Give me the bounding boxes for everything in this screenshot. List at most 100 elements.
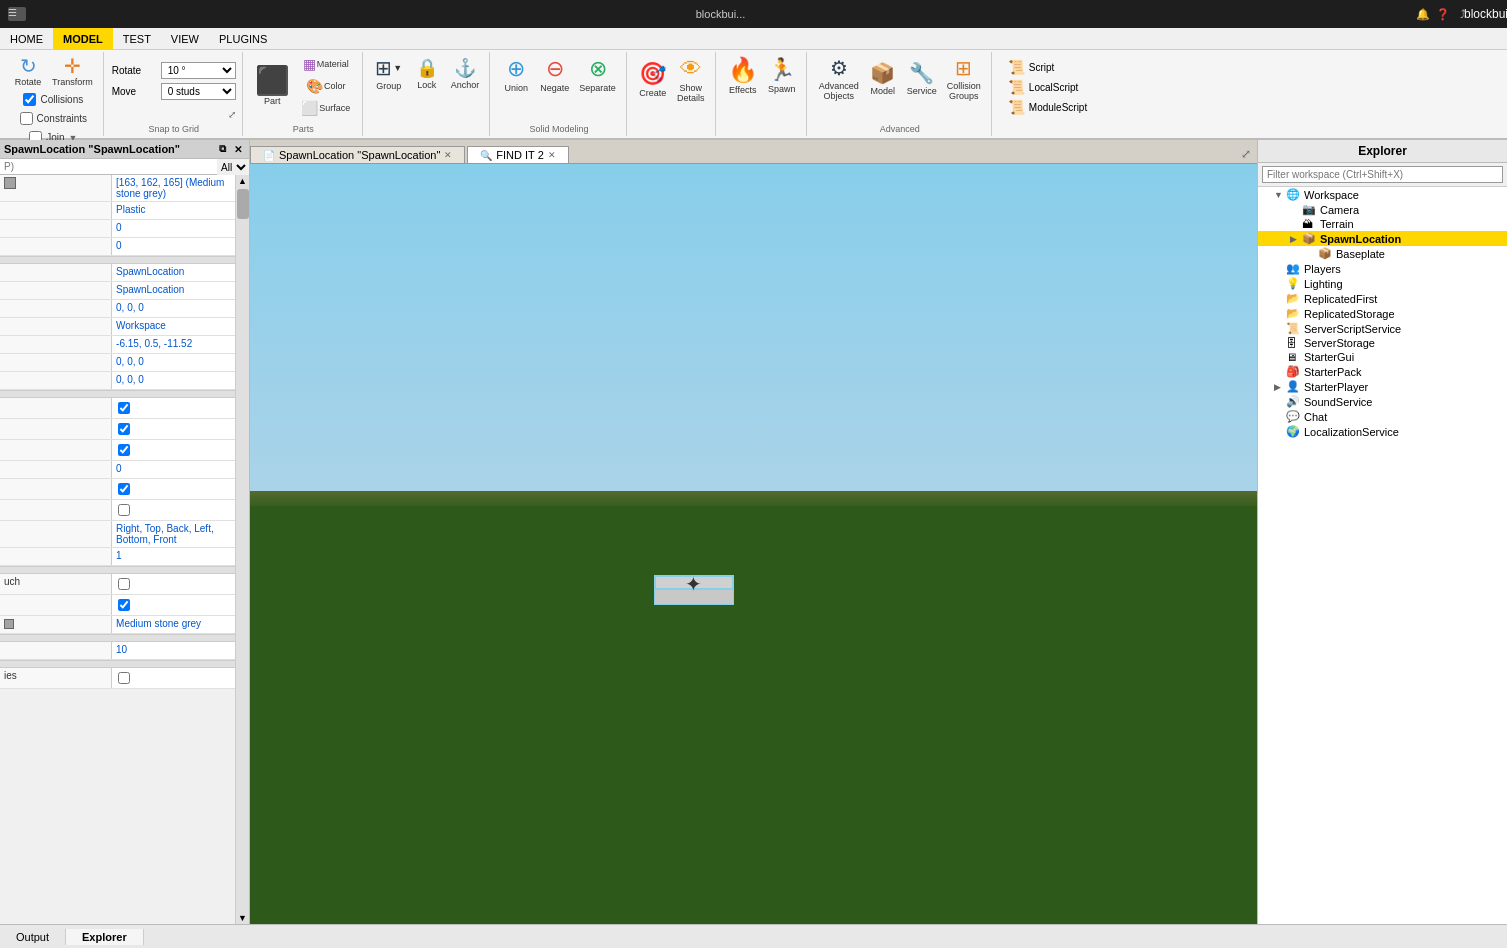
checkbox-6[interactable] [118,599,130,611]
tree-item-starterpack[interactable]: 🎒 StarterPack [1258,364,1507,379]
tree-label-sp: StarterPack [1304,366,1361,378]
prop-name-color [0,175,112,201]
service-button[interactable]: 🔧 Service [903,59,941,98]
tree-item-chat[interactable]: 💬 Chat [1258,409,1507,424]
snap-expand-icon[interactable]: ⤢ [228,109,236,120]
checkbox-2[interactable] [118,423,130,435]
scroll-down-button[interactable]: ▼ [236,912,249,924]
menu-home[interactable]: HOME [0,28,53,49]
effects-button[interactable]: 🔥 Effects [724,54,762,97]
constraints-checkbox[interactable] [20,112,33,125]
property-scrollbar[interactable]: ▲ ▼ [235,175,249,924]
prop-value-worldpos: -6.15, 0.5, -11.52 [112,336,249,353]
prop-row-cb5 [0,500,249,521]
property-filter-select[interactable]: All [217,159,249,175]
group-button[interactable]: ⊞ ▼ Group [371,54,407,93]
scroll-thumb[interactable] [237,189,249,219]
rotate-label: Rotate [15,77,42,87]
viewport-tab-findit[interactable]: 🔍 FIND IT 2 ✕ [467,146,568,163]
tree-item-camera[interactable]: 📷 Camera [1258,202,1507,217]
show-details-button[interactable]: 👁 ShowDetails [673,54,709,105]
union-button[interactable]: ⊕ Union [498,54,534,95]
explorer-panel: Explorer ▼ 🌐 Workspace 📷 Camera [1257,140,1507,924]
tab-close-spawn[interactable]: ✕ [444,150,452,160]
tree-item-replicatedfirst[interactable]: 📂 ReplicatedFirst [1258,291,1507,306]
panel-close-button[interactable]: ✕ [231,142,245,156]
tree-label-sound: SoundService [1304,396,1373,408]
negate-button[interactable]: ⊖ Negate [536,54,573,95]
collisions-checkbox[interactable] [23,93,36,106]
checkbox-1[interactable] [118,402,130,414]
tree-item-terrain[interactable]: 🏔 Terrain [1258,217,1507,231]
tree-item-replicatedstorage[interactable]: 📂 ReplicatedStorage [1258,306,1507,321]
help-button[interactable]: ❓ [1435,7,1451,21]
tree-item-baseplate[interactable]: 📦 Baseplate [1258,246,1507,261]
module-script-button[interactable]: 📜 ModuleScript [1006,98,1089,116]
tree-item-localizationservice[interactable]: 🌍 LocalizationService [1258,424,1507,439]
advanced-objects-button[interactable]: ⚙ AdvancedObjects [815,54,863,103]
group-arrow[interactable]: ▼ [393,63,402,73]
checkbox-4[interactable] [118,483,130,495]
tree-item-soundservice[interactable]: 🔊 SoundService [1258,394,1507,409]
viewport-content[interactable]: ✦ [250,164,1257,924]
touch-checkbox[interactable] [118,578,130,590]
app-menu-icon[interactable]: ☰ [8,7,26,21]
tree-label-terrain: Terrain [1320,218,1354,230]
tree-icon-terrain: 🏔 [1302,218,1318,230]
tree-label-players: Players [1304,263,1341,275]
tree-item-serverstorage[interactable]: 🗄 ServerStorage [1258,336,1507,350]
tree-arrow-workspace[interactable]: ▼ [1274,190,1286,200]
prop-row-surfaces: Right, Top, Back, Left, Bottom, Front [0,521,249,548]
model-icon: 📦 [870,61,895,85]
checkbox-5[interactable] [118,504,130,516]
anchor-button[interactable]: ⚓ Anchor [447,55,484,92]
viewport-tab-spawnlocation[interactable]: 📄 SpawnLocation "SpawnLocation" ✕ [250,146,465,163]
tree-item-players[interactable]: 👥 Players [1258,261,1507,276]
tree-icon-repfirst: 📂 [1286,292,1302,305]
prop-row-zero: 0 [0,461,249,479]
local-script-button[interactable]: 📜 LocalScript [1006,78,1089,96]
create-button[interactable]: 🎯 Create [635,59,671,100]
scroll-up-button[interactable]: ▲ [236,175,249,187]
main-area: SpawnLocation "SpawnLocation" ⧉ ✕ All [1… [0,140,1507,924]
tree-item-spawnlocation[interactable]: ▶ 📦 SpawnLocation [1258,231,1507,246]
ies-checkbox[interactable] [118,672,130,684]
script-button[interactable]: 📜 Script [1006,58,1089,76]
tree-item-startergui[interactable]: 🖥 StarterGui [1258,350,1507,364]
material-button[interactable]: ▦ Material [296,54,356,74]
collision-groups-button[interactable]: ⊞ CollisionGroups [943,54,985,103]
tree-arrow-spl[interactable]: ▶ [1274,382,1286,392]
tree-arrow-spawn[interactable]: ▶ [1290,234,1302,244]
surface-button[interactable]: ⬜ Surface [296,98,356,118]
collision-groups-icon: ⊞ [955,56,972,80]
spawn-button[interactable]: 🏃 Spawn [764,55,800,96]
menu-model[interactable]: MODEL [53,28,113,49]
rotate-button[interactable]: ↻ Rotate [10,54,46,89]
tree-item-serverscriptservice[interactable]: 📜 ServerScriptService [1258,321,1507,336]
part-button[interactable]: ⬛ Part [251,65,294,108]
move-snap-select[interactable]: 0 studs1 stud0.5 studs [161,83,236,100]
panel-float-button[interactable]: ⧉ [215,142,229,156]
bottom-tab-explorer[interactable]: Explorer [66,929,144,945]
model-tool-button[interactable]: 📦 Model [865,59,901,98]
tree-item-workspace[interactable]: ▼ 🌐 Workspace [1258,187,1507,202]
viewport-expand-button[interactable]: ⤢ [1235,145,1257,163]
bottom-tab-output[interactable]: Output [0,929,66,945]
explorer-filter-input[interactable] [1262,166,1503,183]
tree-icon-workspace: 🌐 [1286,188,1302,201]
menu-view[interactable]: VIEW [161,28,209,49]
property-filter-input[interactable] [0,159,249,175]
minimize-button[interactable]: 🔔 [1415,7,1431,21]
rotate-snap-select[interactable]: 10 °5 °45 ° [161,62,236,79]
color-button[interactable]: 🎨 Color [296,76,356,96]
tree-item-starterplayer[interactable]: ▶ 👤 StarterPlayer [1258,379,1507,394]
tree-item-lighting[interactable]: 💡 Lighting [1258,276,1507,291]
checkbox-3[interactable] [118,444,130,456]
menu-plugins[interactable]: PLUGINS [209,28,277,49]
transform-button[interactable]: ✛ Transform [48,54,97,89]
tab-close-findit[interactable]: ✕ [548,150,556,160]
prop-value-cb4 [112,479,249,499]
lock-button[interactable]: 🔒 Lock [409,55,445,92]
menu-test[interactable]: TEST [113,28,161,49]
separate-button[interactable]: ⊗ Separate [575,54,620,95]
